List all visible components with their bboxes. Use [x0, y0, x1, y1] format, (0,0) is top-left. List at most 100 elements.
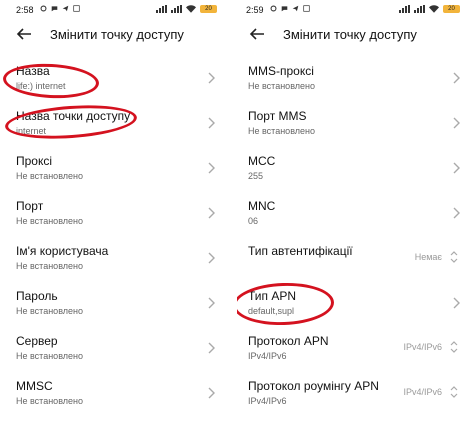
status-bar: 2:58 20: [0, 0, 237, 20]
dropdown-updown-icon: [450, 251, 458, 263]
row-label: Проксі: [16, 154, 53, 168]
back-arrow-icon[interactable]: [247, 24, 267, 44]
row-label: MMSC: [16, 379, 53, 393]
auth-type-select-value[interactable]: Немає: [415, 252, 442, 262]
row-label: Тип автентифікації: [248, 244, 353, 258]
chevron-right-icon: [208, 342, 215, 354]
row-label: Порт MMS: [248, 109, 307, 123]
row-value: life:) internet: [16, 81, 66, 91]
signal-icon-2: [171, 5, 182, 13]
chevron-right-icon: [453, 117, 460, 129]
signal-icon: [156, 5, 167, 13]
row-label: Протокол APN: [248, 334, 329, 348]
wifi-icon: [429, 5, 439, 13]
row-value: Не встановлено: [16, 396, 83, 406]
row-value: Не встановлено: [248, 81, 315, 91]
setting-row-auth-type[interactable]: Тип автентифікації Немає: [237, 236, 474, 281]
row-value: Не встановлено: [16, 351, 83, 361]
telegram-icon: [62, 5, 69, 12]
right-screen: 2:59 20 Змінити точку доступу MMS-проксі…: [237, 0, 474, 422]
row-value: Не встановлено: [16, 261, 83, 271]
notification-icons: [270, 5, 310, 12]
setting-row-mms-proxy[interactable]: MMS-проксі Не встановлено: [237, 56, 474, 101]
chevron-right-icon: [208, 252, 215, 264]
setting-row-server[interactable]: Сервер Не встановлено: [0, 326, 237, 371]
row-value: 06: [248, 216, 259, 226]
row-value: 255: [248, 171, 264, 181]
status-time: 2:59: [246, 5, 264, 15]
apn-settings-list: Назва life:) internet Назва точки доступ…: [0, 56, 237, 416]
chat-icon: [281, 6, 288, 12]
setting-row-mms-port[interactable]: Порт MMS Не встановлено: [237, 101, 474, 146]
status-time: 2:58: [16, 5, 34, 15]
setting-row-apn[interactable]: Назва точки доступу internet: [0, 101, 237, 146]
dropdown-updown-icon: [450, 386, 458, 398]
row-label: Назва: [16, 64, 50, 78]
row-label: MCC: [248, 154, 276, 168]
row-label: Ім'я користувача: [16, 244, 109, 258]
row-value: Не встановлено: [16, 171, 83, 181]
signal-icon-2: [414, 5, 425, 13]
image-icon: [303, 5, 310, 12]
chevron-right-icon: [208, 117, 215, 129]
left-screen: 2:58 20 Змінити точку доступу Назва life…: [0, 0, 237, 422]
status-indicators: 20: [156, 5, 217, 13]
battery-icon: 20: [443, 5, 460, 13]
row-label: Назва точки доступу: [16, 109, 131, 123]
setting-row-apn-type[interactable]: Тип APN default,supl: [237, 281, 474, 326]
row-value: IPv4/IPv6: [248, 351, 287, 361]
status-bar: 2:59 20: [237, 0, 474, 20]
setting-row-name[interactable]: Назва life:) internet: [0, 56, 237, 101]
row-value: Не встановлено: [248, 126, 315, 136]
chevron-right-icon: [208, 162, 215, 174]
app-header: Змінити точку доступу: [237, 22, 474, 48]
gear-icon: [40, 5, 47, 12]
page-title: Змінити точку доступу: [50, 27, 184, 42]
row-label: MNC: [248, 199, 276, 213]
setting-row-username[interactable]: Ім'я користувача Не встановлено: [0, 236, 237, 281]
row-label: Тип APN: [248, 289, 297, 303]
chevron-right-icon: [453, 207, 460, 219]
row-label: Протокол роумінгу APN: [248, 379, 379, 393]
setting-row-proxy[interactable]: Проксі Не встановлено: [0, 146, 237, 191]
apn-settings-list: MMS-проксі Не встановлено Порт MMS Не вс…: [237, 56, 474, 416]
page-title: Змінити точку доступу: [283, 27, 417, 42]
back-arrow-icon[interactable]: [14, 24, 34, 44]
telegram-icon: [292, 5, 299, 12]
setting-row-mcc[interactable]: MCC 255: [237, 146, 474, 191]
setting-row-password[interactable]: Пароль Не встановлено: [0, 281, 237, 326]
roaming-protocol-select-value[interactable]: IPv4/IPv6: [403, 387, 442, 397]
setting-row-roaming-protocol[interactable]: Протокол роумінгу APN IPv4/IPv6 IPv4/IPv…: [237, 371, 474, 416]
wifi-icon: [186, 5, 196, 13]
chevron-right-icon: [453, 72, 460, 84]
battery-icon: 20: [200, 5, 217, 13]
notification-icons: [40, 5, 80, 12]
setting-row-port[interactable]: Порт Не встановлено: [0, 191, 237, 236]
chevron-right-icon: [208, 207, 215, 219]
row-value: Не встановлено: [16, 306, 83, 316]
row-value: IPv4/IPv6: [248, 396, 287, 406]
row-value: Не встановлено: [16, 216, 83, 226]
setting-row-mnc[interactable]: MNC 06: [237, 191, 474, 236]
row-value: default,supl: [248, 306, 295, 316]
status-indicators: 20: [399, 5, 460, 13]
row-label: Сервер: [16, 334, 58, 348]
gear-icon: [270, 5, 277, 12]
setting-row-apn-protocol[interactable]: Протокол APN IPv4/IPv6 IPv4/IPv6: [237, 326, 474, 371]
app-header: Змінити точку доступу: [0, 22, 237, 48]
signal-icon: [399, 5, 410, 13]
row-label: Пароль: [16, 289, 58, 303]
apn-protocol-select-value[interactable]: IPv4/IPv6: [403, 342, 442, 352]
chevron-right-icon: [208, 297, 215, 309]
dropdown-updown-icon: [450, 341, 458, 353]
row-label: Порт: [16, 199, 44, 213]
chevron-right-icon: [208, 72, 215, 84]
chat-icon: [51, 6, 58, 12]
row-label: MMS-проксі: [248, 64, 314, 78]
chevron-right-icon: [208, 387, 215, 399]
row-value: internet: [16, 126, 47, 136]
image-icon: [73, 5, 80, 12]
chevron-right-icon: [453, 162, 460, 174]
setting-row-mmsc[interactable]: MMSC Не встановлено: [0, 371, 237, 416]
chevron-right-icon: [453, 297, 460, 309]
